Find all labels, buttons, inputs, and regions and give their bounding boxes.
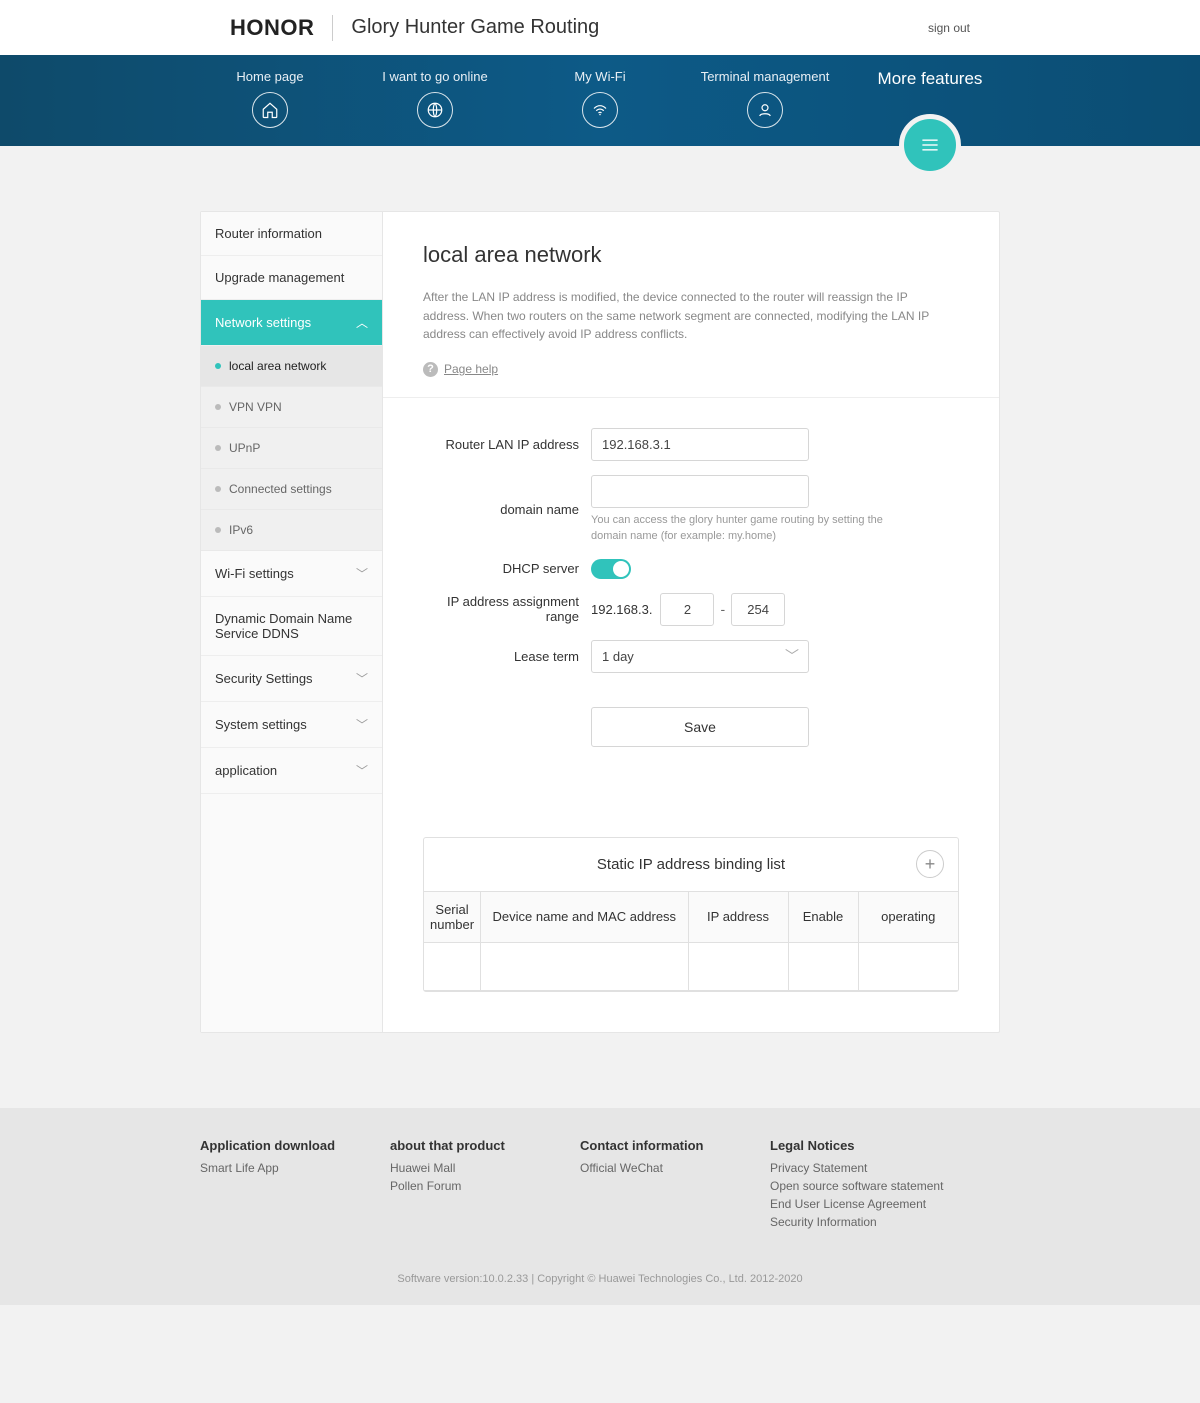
sidebar-item-wifi[interactable]: Wi-Fi settings﹀ [201,551,382,597]
footer-col-contact: Contact information Official WeChat [580,1138,730,1233]
lease-select[interactable]: ﹀ [591,640,809,673]
sidebar-sub-connected[interactable]: Connected settings [201,469,382,510]
footer-col-about: about that product Huawei Mall Pollen Fo… [390,1138,540,1233]
wifi-icon [582,92,618,128]
nav-online[interactable]: I want to go online [365,69,505,128]
page-help-link[interactable]: ? Page help [423,362,959,377]
content-heading: local area network [423,242,959,268]
sidebar-item-network[interactable]: Network settings︿ [201,300,382,346]
sidebar: Router information Upgrade management Ne… [201,212,383,1032]
save-button[interactable]: Save [591,707,809,747]
brand-logo: HONOR [230,15,333,41]
binding-empty-row [424,942,958,990]
footer-link[interactable]: Smart Life App [200,1161,350,1175]
range-prefix: 192.168.3. [591,602,652,617]
content-area: local area network After the LAN IP addr… [383,212,999,1032]
binding-th-enable: Enable [788,891,858,942]
binding-box: Static IP address binding list + Serial … [423,837,959,992]
divider [383,397,999,398]
dhcp-toggle[interactable] [591,559,631,579]
chevron-down-icon: ﹀ [356,565,368,582]
lan-ip-input[interactable] [591,428,809,461]
user-icon [747,92,783,128]
nav-more[interactable]: More features [860,69,1000,89]
sidebar-sub-ipv6[interactable]: IPv6 [201,510,382,551]
chevron-down-icon: ﹀ [356,762,368,779]
sidebar-sub-vpn[interactable]: VPN VPN [201,387,382,428]
sidebar-item-router-info[interactable]: Router information [201,212,382,256]
sign-out-link[interactable]: sign out [928,21,970,35]
home-icon [252,92,288,128]
range-dash: - [720,601,725,617]
top-bar: HONOR Glory Hunter Game Routing sign out [0,0,1200,55]
footer-link[interactable]: Privacy Statement [770,1161,943,1175]
dhcp-label: DHCP server [423,561,591,576]
domain-hint: You can access the glory hunter game rou… [591,512,891,545]
menu-icon[interactable] [899,114,961,176]
add-binding-button[interactable]: + [916,850,944,878]
binding-th-operating: operating [858,891,958,942]
lan-ip-label: Router LAN IP address [423,437,591,452]
domain-input[interactable] [591,475,809,508]
lease-label: Lease term [423,649,591,664]
help-icon: ? [423,362,438,377]
chevron-up-icon: ︿ [356,314,368,331]
footer-col-legal: Legal Notices Privacy Statement Open sou… [770,1138,943,1233]
domain-label: domain name [423,502,591,517]
sidebar-item-application[interactable]: application﹀ [201,748,382,794]
globe-icon [417,92,453,128]
footer-link[interactable]: Security Information [770,1215,943,1229]
footer-col-download: Application download Smart Life App [200,1138,350,1233]
nav-terminal[interactable]: Terminal management [695,69,835,128]
page-title: Glory Hunter Game Routing [351,16,599,39]
sidebar-submenu: local area network VPN VPN UPnP Connecte… [201,346,382,551]
nav-wifi[interactable]: My Wi-Fi [530,69,670,128]
footer-note: Software version:10.0.2.33 | Copyright ©… [0,1273,1200,1285]
sidebar-item-security[interactable]: Security Settings﹀ [201,656,382,702]
sidebar-sub-upnp[interactable]: UPnP [201,428,382,469]
footer: Application download Smart Life App abou… [0,1108,1200,1305]
main-container: Router information Upgrade management Ne… [200,211,1000,1033]
sidebar-item-ddns[interactable]: Dynamic Domain Name Service DDNS [201,597,382,656]
content-description: After the LAN IP address is modified, th… [423,288,943,344]
chevron-down-icon: ﹀ [356,716,368,733]
range-label: IP address assignment range [423,594,591,624]
binding-th-ip: IP address [688,891,788,942]
sidebar-item-system[interactable]: System settings﹀ [201,702,382,748]
footer-link[interactable]: Pollen Forum [390,1179,540,1193]
binding-table: Serial number Device name and MAC addres… [424,891,958,991]
range-end-input[interactable] [731,593,785,626]
footer-link[interactable]: End User License Agreement [770,1197,943,1211]
binding-th-device: Device name and MAC address [481,891,688,942]
range-start-input[interactable] [660,593,714,626]
sidebar-sub-lan[interactable]: local area network [201,346,382,387]
sidebar-item-upgrade[interactable]: Upgrade management [201,256,382,300]
binding-th-serial: Serial number [424,891,481,942]
footer-link[interactable]: Open source software statement [770,1179,943,1193]
footer-link[interactable]: Huawei Mall [390,1161,540,1175]
binding-title: Static IP address binding list [597,856,785,873]
footer-link[interactable]: Official WeChat [580,1161,730,1175]
chevron-down-icon: ﹀ [356,670,368,687]
nav-home[interactable]: Home page [200,69,340,128]
main-nav: Home page I want to go online My Wi-Fi T… [0,55,1200,146]
